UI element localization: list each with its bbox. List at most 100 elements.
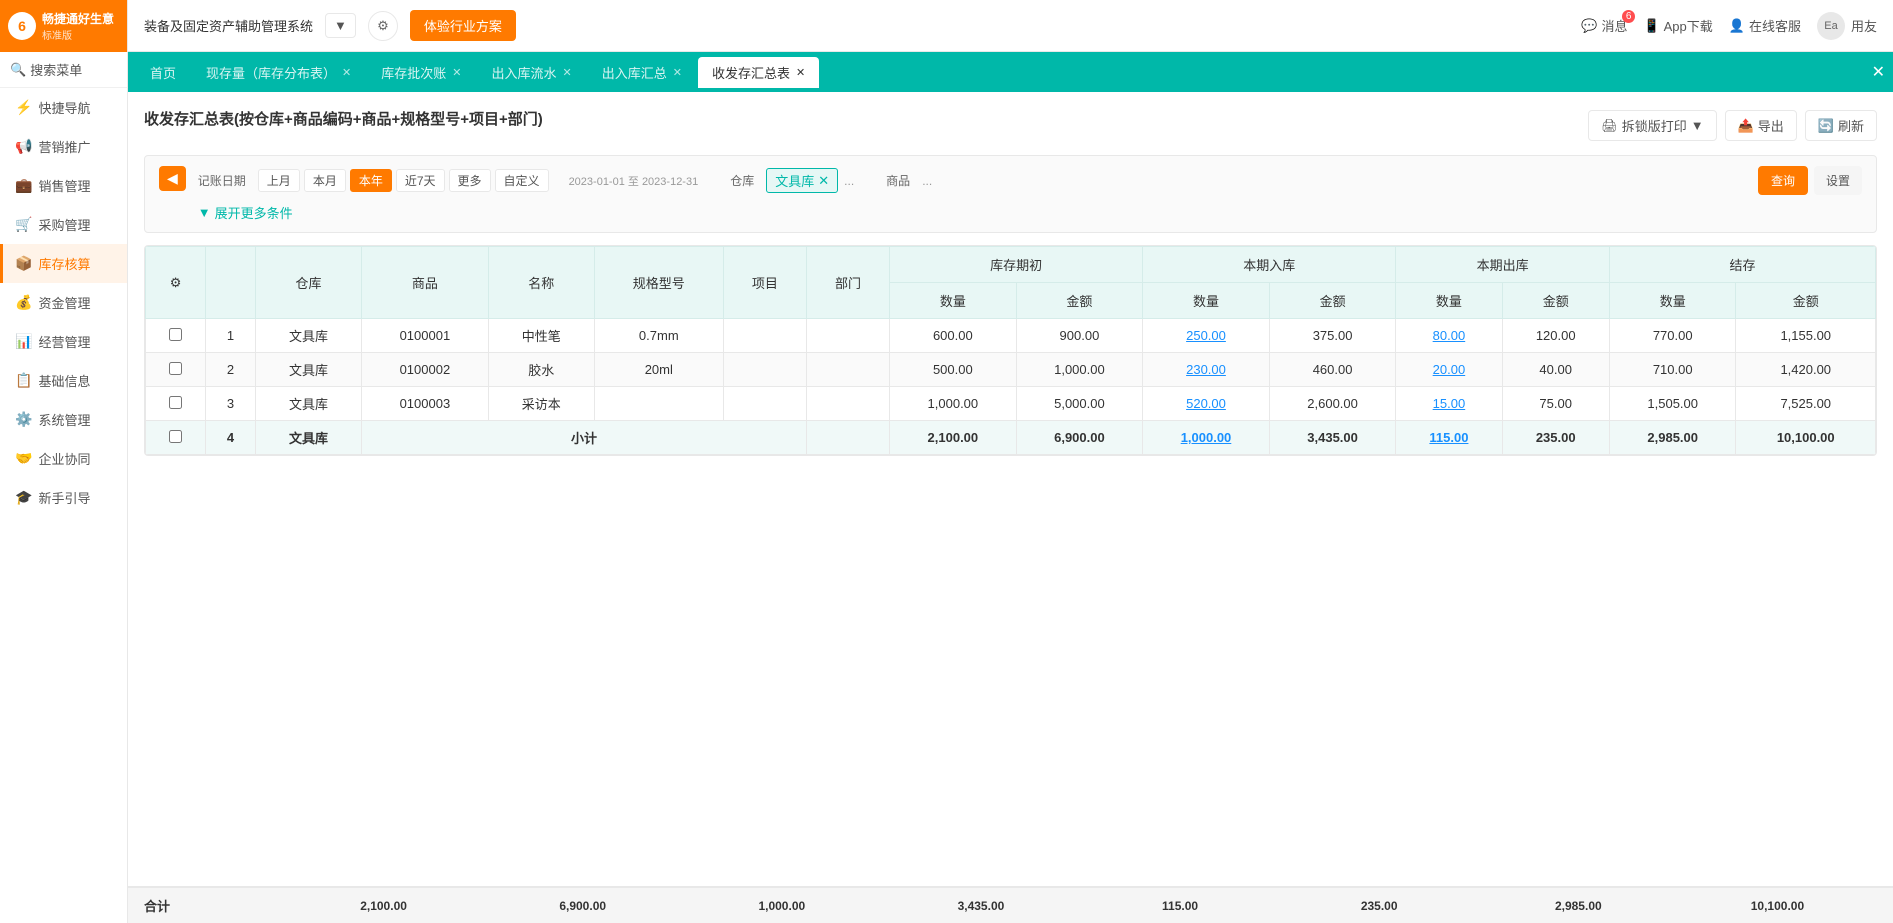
th-product-code: 商品 [362, 247, 489, 319]
sidebar-item-inventory[interactable]: 📦 库存核算 [0, 244, 127, 283]
print-icon: 🖨 [1601, 118, 1618, 134]
basic-icon: 📋 [15, 372, 32, 389]
row-code: 0100001 [362, 319, 489, 353]
row-out-qty[interactable]: 15.00 [1396, 387, 1502, 421]
tab-home[interactable]: 首页 [136, 57, 190, 88]
subtotal-close-amt: 10,100.00 [1736, 421, 1876, 455]
warehouse-filter-group: 文具库 ✕ ... [766, 168, 854, 193]
subtotal-out-qty[interactable]: 115.00 [1396, 421, 1502, 455]
export-button[interactable]: 📤 导出 [1725, 110, 1797, 141]
tab-bar-close-button[interactable]: ✕ [1872, 62, 1885, 82]
system-name: 装备及固定资产辅助管理系统 [144, 16, 313, 35]
date-range: 2023-01-01 至 2023-12-31 [569, 173, 699, 189]
phone-icon: 📱 [1643, 18, 1659, 34]
tab-bar: 首页现存量（库存分布表）✕库存批次账✕出入库流水✕出入库汇总✕收发存汇总表✕ ✕ [128, 52, 1893, 92]
try-industry-button[interactable]: 体验行业方案 [410, 10, 516, 41]
gear-icon: ⚙ [377, 18, 389, 34]
row-close-amt: 7,525.00 [1736, 387, 1876, 421]
subtotal-close-qty: 2,985.00 [1609, 421, 1736, 455]
row-in-qty[interactable]: 250.00 [1143, 319, 1270, 353]
tab-close-inout_summary[interactable]: ✕ [673, 66, 682, 79]
product-more[interactable]: ... [922, 174, 932, 188]
print-dropdown-icon: ▼ [1691, 118, 1704, 133]
system-icon: ⚙️ [15, 411, 32, 428]
row-out-qty[interactable]: 80.00 [1396, 319, 1502, 353]
tab-label-stock_dist: 现存量（库存分布表） [206, 63, 336, 82]
date-7days[interactable]: 近7天 [396, 169, 445, 192]
warehouse-more[interactable]: ... [844, 174, 854, 188]
sidebar-search[interactable]: 🔍 搜索菜单 [0, 52, 127, 88]
date-this-year[interactable]: 本年 [350, 169, 392, 192]
sidebar-item-quick[interactable]: ⚡ 快捷导航 [0, 88, 127, 127]
tab-close-batch[interactable]: ✕ [452, 66, 461, 79]
sidebar-item-basic[interactable]: 📋 基础信息 [0, 361, 127, 400]
top-header-right: 💬 消息 6 📱 App下载 👤 在线客服 Ea 用友 [1581, 12, 1877, 40]
row-product: 胶水 [488, 353, 594, 387]
message-button[interactable]: 💬 消息 6 [1581, 16, 1627, 35]
sidebar-item-system[interactable]: ⚙️ 系统管理 [0, 400, 127, 439]
row-check[interactable] [146, 353, 206, 387]
tab-recv_send[interactable]: 收发存汇总表✕ [698, 57, 819, 88]
refresh-button[interactable]: 🔄 刷新 [1805, 110, 1877, 141]
row-warehouse: 文具库 [256, 387, 362, 421]
warehouse-filter-label: 仓库 [730, 172, 754, 189]
date-this-month[interactable]: 本月 [304, 169, 346, 192]
row-warehouse: 文具库 [256, 319, 362, 353]
tab-inout_summary[interactable]: 出入库汇总✕ [588, 57, 696, 88]
expand-conditions-button[interactable]: ▼ 展开更多条件 [198, 203, 1862, 222]
search-icon: 🔍 [10, 62, 26, 78]
date-more[interactable]: 更多 [449, 169, 491, 192]
row-out-amt: 120.00 [1502, 319, 1609, 353]
tab-close-inout_flow[interactable]: ✕ [563, 66, 572, 79]
row-out-qty[interactable]: 20.00 [1396, 353, 1502, 387]
filter-collapse-button[interactable]: ◀ [159, 166, 186, 191]
row-close-amt: 1,420.00 [1736, 353, 1876, 387]
row-check[interactable] [146, 319, 206, 353]
system-dropdown[interactable]: ▼ [325, 13, 356, 38]
sidebar-item-operations[interactable]: 📊 经营管理 [0, 322, 127, 361]
top-header-left: 装备及固定资产辅助管理系统 ▼ ⚙ 体验行业方案 [144, 10, 516, 41]
sidebar-item-finance[interactable]: 💰 资金管理 [0, 283, 127, 322]
row-open-amt: 900.00 [1016, 319, 1143, 353]
finance-icon: 💰 [15, 294, 32, 311]
sidebar-item-label: 资金管理 [38, 293, 90, 312]
app-download-button[interactable]: 📱 App下载 [1643, 16, 1712, 35]
subtotal-in-qty[interactable]: 1,000.00 [1143, 421, 1270, 455]
sidebar-item-sales[interactable]: 💼 销售管理 [0, 166, 127, 205]
row-in-qty[interactable]: 230.00 [1143, 353, 1270, 387]
app-label: App下载 [1664, 16, 1713, 35]
warehouse-tag-close[interactable]: ✕ [818, 173, 829, 189]
tab-batch[interactable]: 库存批次账✕ [367, 57, 475, 88]
message-icon: 💬 [1581, 18, 1597, 34]
settings-button[interactable]: ⚙ [368, 11, 398, 41]
date-last-month[interactable]: 上月 [258, 169, 300, 192]
table-settings-button[interactable]: 设置 [1814, 166, 1862, 195]
sidebar-item-label: 系统管理 [38, 410, 90, 429]
online-service-button[interactable]: 👤 在线客服 [1729, 16, 1801, 35]
tab-inout_flow[interactable]: 出入库流水✕ [477, 57, 585, 88]
warehouse-tag[interactable]: 文具库 ✕ [766, 168, 838, 193]
sidebar-item-label: 基础信息 [38, 371, 90, 390]
print-button[interactable]: 🖨 拆锁版打印 ▼ [1588, 110, 1716, 141]
row-dept [806, 387, 889, 421]
date-custom[interactable]: 自定义 [495, 169, 549, 192]
tab-close-recv_send[interactable]: ✕ [796, 66, 805, 79]
footer-out-amt: 235.00 [1280, 899, 1479, 913]
user-area[interactable]: Ea 用友 [1817, 12, 1877, 40]
row-in-qty[interactable]: 520.00 [1143, 387, 1270, 421]
sidebar-item-guide[interactable]: 🎓 新手引导 [0, 478, 127, 517]
sidebar-logo: 6 [8, 12, 36, 40]
sidebar-item-label: 经营管理 [38, 332, 90, 351]
subtotal-check[interactable] [146, 421, 206, 455]
tab-stock_dist[interactable]: 现存量（库存分布表） ✕ [192, 57, 365, 88]
row-check[interactable] [146, 387, 206, 421]
sidebar-item-marketing[interactable]: 📢 营销推广 [0, 127, 127, 166]
th-out-amt: 金额 [1502, 283, 1609, 319]
tab-close-stock_dist[interactable]: ✕ [342, 66, 351, 79]
query-button[interactable]: 查询 [1758, 166, 1808, 195]
sidebar-item-collab[interactable]: 🤝 企业协同 [0, 439, 127, 478]
export-icon: 📤 [1738, 118, 1754, 134]
sidebar-item-purchase[interactable]: 🛒 采购管理 [0, 205, 127, 244]
sidebar-item-label: 采购管理 [38, 215, 90, 234]
th-settings[interactable]: ⚙ [146, 247, 206, 319]
